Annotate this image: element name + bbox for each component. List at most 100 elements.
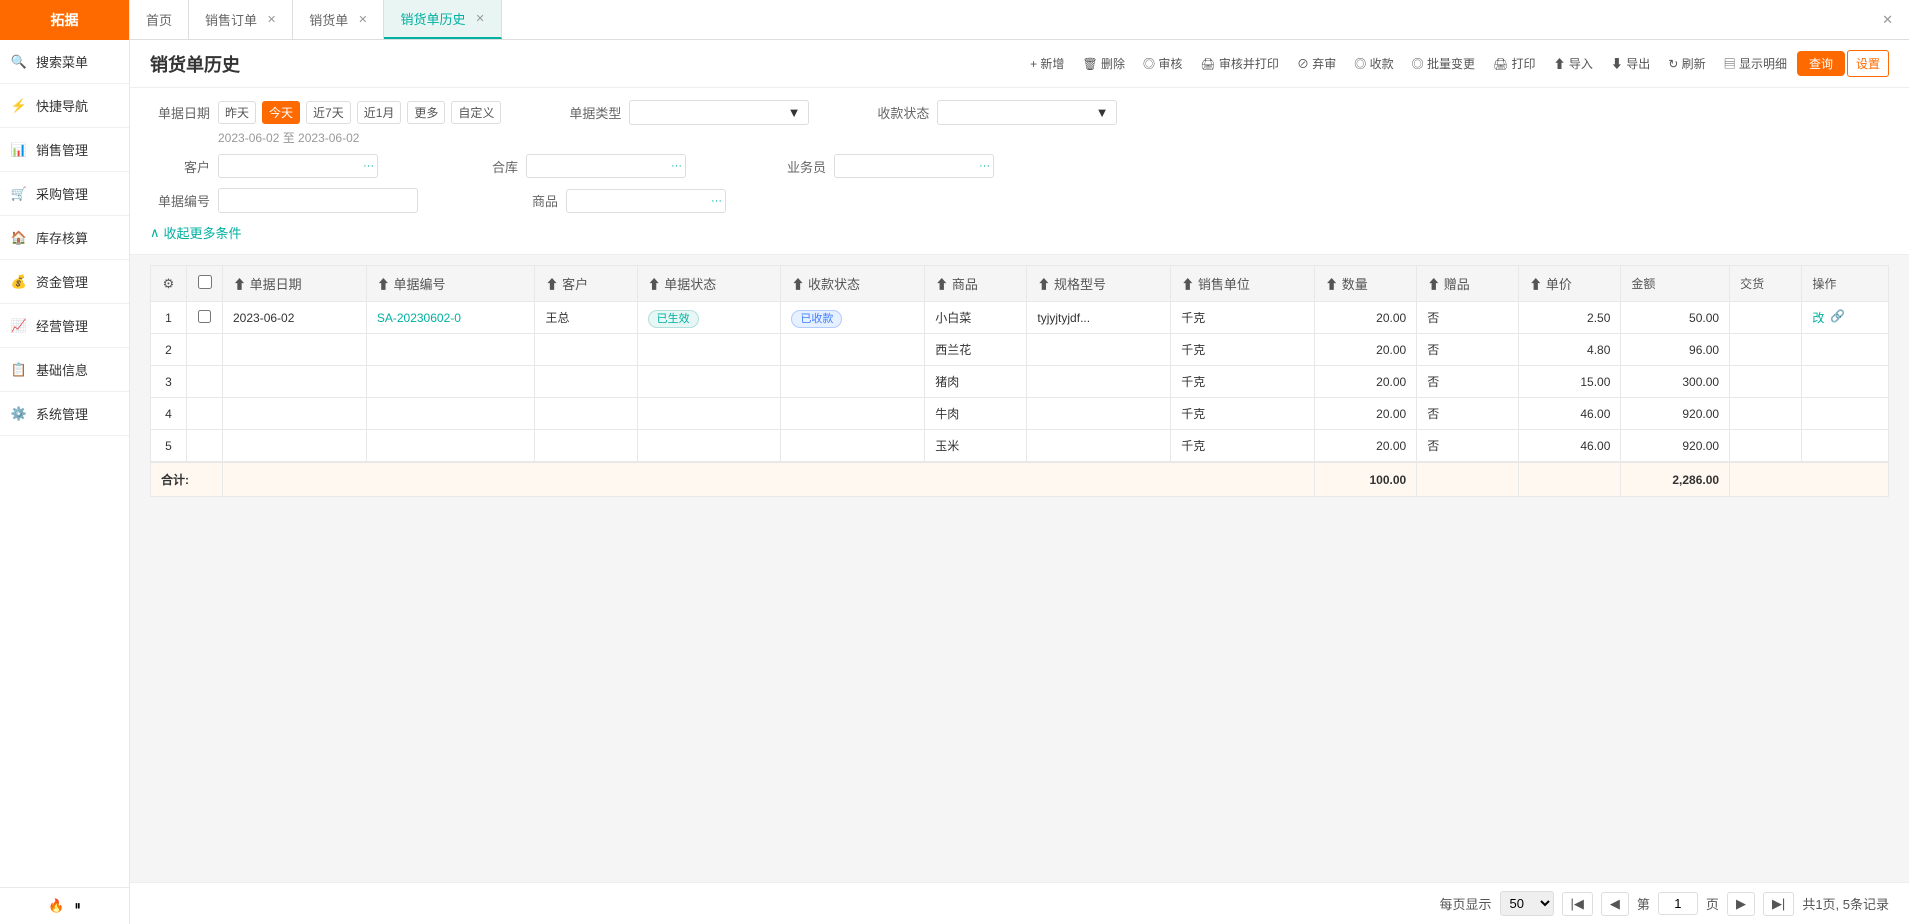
sidebar-item-purchase-mgmt[interactable]: 🛒 采购管理 (0, 172, 129, 216)
th-gift[interactable]: ⬆ 赠品 (1417, 266, 1519, 302)
query-button[interactable]: 查询 (1797, 51, 1845, 76)
th-unit-price[interactable]: ⬆ 单价 (1519, 266, 1621, 302)
th-spec[interactable]: ⬆ 规格型号 (1027, 266, 1171, 302)
first-page-btn[interactable]: |◀ (1562, 892, 1593, 916)
tab-sales-history-close[interactable]: ✕ (476, 12, 485, 25)
today-btn[interactable]: 今天 (262, 101, 300, 124)
goods-input[interactable] (566, 189, 726, 213)
refresh-button[interactable]: ↻ 刷新 (1660, 51, 1713, 76)
table-header-row: ⚙ ⬆ 单据日期 ⬆ 单据编号 ⬆ 客户 ⬆ 单据状态 ⬆ 收款状态 ⬆ 商品 … (151, 266, 1889, 302)
sidebar-item-basic-info[interactable]: 📋 基础信息 (0, 348, 129, 392)
collapse-arrow: ∧ (150, 225, 160, 241)
page-input[interactable] (1658, 892, 1698, 915)
quantity-sorter[interactable]: ⬆ 数量 (1325, 274, 1406, 293)
link-action[interactable]: 🔗 (1830, 309, 1845, 326)
row-unit-price: 4.80 (1519, 334, 1621, 366)
business-ellipsis[interactable]: ··· (979, 160, 990, 172)
collect-status-sorter[interactable]: ⬆ 收款状态 (791, 274, 914, 293)
per-page-select[interactable]: 50 100 200 (1500, 891, 1554, 916)
select-all-checkbox[interactable] (198, 275, 212, 289)
warehouse-input[interactable] (526, 154, 686, 178)
doc-type-arrow: ▼ (788, 105, 801, 120)
goods-ellipsis[interactable]: ··· (711, 195, 722, 207)
th-amount[interactable]: 金额 (1621, 266, 1730, 302)
show-detail-button[interactable]: ▤ 显示明细 (1716, 51, 1795, 76)
th-doc-date[interactable]: ⬆ 单据日期 (223, 266, 367, 302)
th-doc-no[interactable]: ⬆ 单据编号 (366, 266, 535, 302)
collect-status-arrow: ▼ (1096, 105, 1109, 120)
summary-row: 合计: 100.00 2,286.00 (151, 462, 1889, 497)
pause-icon[interactable]: ⏸ (74, 898, 81, 914)
batch-change-button[interactable]: ◎ 批量变更 (1404, 51, 1483, 76)
th-goods[interactable]: ⬆ 商品 (925, 266, 1027, 302)
next-page-btn[interactable]: ▶ (1727, 892, 1755, 916)
th-doc-status[interactable]: ⬆ 单据状态 (637, 266, 781, 302)
row-doc-no[interactable]: SA-20230602-0 (366, 302, 535, 334)
last-page-btn[interactable]: ▶| (1763, 892, 1794, 916)
unit-sorter[interactable]: ⬆ 销售单位 (1181, 274, 1304, 293)
doc-type-select[interactable]: ▼ (629, 100, 809, 125)
sidebar-item-finance[interactable]: 💰 资金管理 (0, 260, 129, 304)
spec-sorter[interactable]: ⬆ 规格型号 (1037, 274, 1160, 293)
customer-ellipsis[interactable]: ··· (363, 160, 374, 172)
import-button[interactable]: ⬆ 导入 (1546, 51, 1601, 76)
tab-home[interactable]: 首页 (130, 0, 189, 39)
customer-input[interactable] (218, 154, 378, 178)
row-doc-no[interactable] (366, 366, 535, 398)
prev-page-btn[interactable]: ◀ (1601, 892, 1629, 916)
print-button[interactable]: 🖨 打印 (1485, 51, 1544, 76)
th-customer[interactable]: ⬆ 客户 (535, 266, 637, 302)
sidebar-item-sys-mgmt[interactable]: ⚙️ 系统管理 (0, 392, 129, 436)
more-btn[interactable]: 更多 (407, 101, 445, 124)
row-goods: 西兰花 (925, 334, 1027, 366)
business-input[interactable] (834, 154, 994, 178)
sidebar-item-search-menu[interactable]: 🔍 搜索菜单 (0, 40, 129, 84)
delete-button[interactable]: 🗑 删除 (1074, 51, 1133, 76)
row-doc-no[interactable] (366, 398, 535, 430)
customer-sorter[interactable]: ⬆ 客户 (545, 274, 626, 293)
approve-button[interactable]: ◎ 审核 (1135, 51, 1190, 76)
settings-col-icon[interactable]: ⚙ (163, 276, 175, 291)
last7days-btn[interactable]: 近7天 (306, 101, 351, 124)
tab-sales-order-close[interactable]: ✕ (267, 13, 276, 26)
tab-sales-delivery-close[interactable]: ✕ (358, 13, 367, 26)
sidebar-item-ops[interactable]: 📈 经营管理 (0, 304, 129, 348)
th-settings[interactable]: ⚙ (151, 266, 187, 302)
custom-btn[interactable]: 自定义 (451, 101, 501, 124)
discard-button[interactable]: ⊘ 弃审 (1289, 51, 1344, 76)
th-unit[interactable]: ⬆ 销售单位 (1171, 266, 1315, 302)
goods-sorter[interactable]: ⬆ 商品 (935, 274, 1016, 293)
doc-no-input[interactable] (218, 188, 418, 213)
page-label: 第 (1637, 894, 1650, 913)
doc-status-sorter[interactable]: ⬆ 单据状态 (648, 274, 771, 293)
last1month-btn[interactable]: 近1月 (357, 101, 402, 124)
collect-status-select[interactable]: ▼ (937, 100, 1117, 125)
warehouse-ellipsis[interactable]: ··· (671, 160, 682, 172)
collapse-button[interactable]: ∧ 收起更多条件 (150, 223, 1889, 242)
tab-sales-history[interactable]: 销货单历史 ✕ (384, 0, 501, 39)
tab-close-all[interactable]: ✕ (1866, 12, 1909, 28)
th-quantity[interactable]: ⬆ 数量 (1315, 266, 1417, 302)
gift-sorter[interactable]: ⬆ 赠品 (1427, 274, 1508, 293)
collect-button[interactable]: ◎ 收款 (1346, 51, 1401, 76)
row-doc-no[interactable] (366, 430, 535, 463)
sidebar-item-inventory[interactable]: 🏠 库存核算 (0, 216, 129, 260)
th-collect-status[interactable]: ⬆ 收款状态 (781, 266, 925, 302)
approve-print-button[interactable]: 🖨 审核并打印 (1192, 51, 1287, 76)
sidebar-item-sales-mgmt[interactable]: 📊 销售管理 (0, 128, 129, 172)
row-checkbox[interactable] (198, 310, 211, 323)
tab-sales-order[interactable]: 销售订单 ✕ (189, 0, 293, 39)
yesterday-btn[interactable]: 昨天 (218, 101, 256, 124)
new-button[interactable]: + 新增 (1022, 51, 1072, 76)
doc-no-link[interactable]: SA-20230602-0 (377, 311, 461, 325)
fire-icon[interactable]: 🔥 (48, 898, 64, 914)
export-button[interactable]: ⬇ 导出 (1603, 51, 1658, 76)
doc-no-sorter[interactable]: ⬆ 单据编号 (377, 274, 525, 293)
sidebar-item-quick-nav[interactable]: ⚡ 快捷导航 (0, 84, 129, 128)
settings-button[interactable]: 设置 (1847, 50, 1889, 77)
tab-sales-delivery[interactable]: 销货单 ✕ (293, 0, 384, 39)
edit-action[interactable]: 改 (1812, 309, 1824, 326)
unit-price-sorter[interactable]: ⬆ 单价 (1529, 274, 1610, 293)
doc-date-sorter[interactable]: ⬆ 单据日期 (233, 274, 356, 293)
row-doc-no[interactable] (366, 334, 535, 366)
